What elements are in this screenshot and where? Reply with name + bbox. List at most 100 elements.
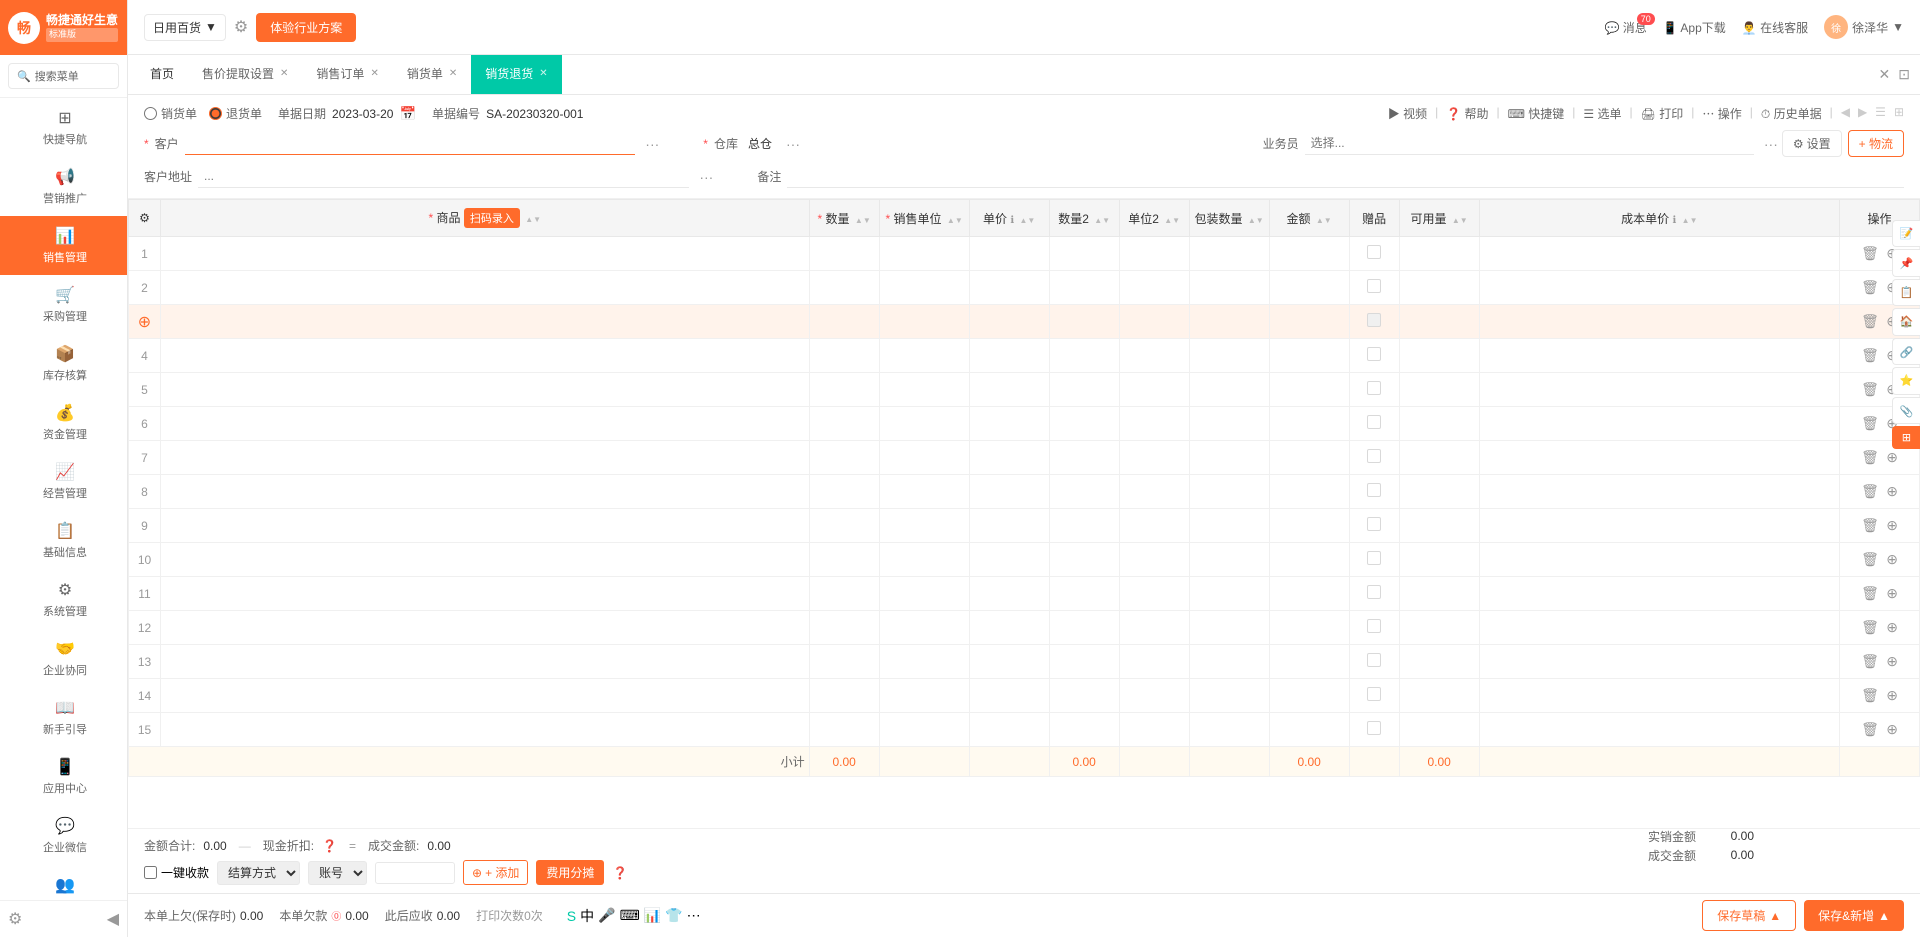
row-unit2-3[interactable] [1119,305,1189,339]
save-new-button[interactable]: 保存&新增 ▲ [1804,900,1904,931]
gift-checkbox-1[interactable] [1367,245,1381,259]
delete-row-1-btn[interactable]: 🗑 [1859,243,1881,264]
row-pack-5[interactable] [1189,373,1269,407]
gift-checkbox-15[interactable] [1367,721,1381,735]
account-select[interactable]: 账号 [308,861,367,885]
row-gift-1[interactable] [1349,237,1399,271]
app-download-link[interactable]: 📱 App下载 [1663,19,1726,36]
delete-row-9-btn[interactable]: 🗑 [1859,515,1881,536]
row-price-5[interactable] [969,373,1049,407]
amount-sort-icon[interactable]: ▲▼ [1316,216,1332,225]
delete-row-13-btn[interactable]: 🗑 [1859,651,1881,672]
gift-checkbox-10[interactable] [1367,551,1381,565]
remark-input[interactable] [787,165,1904,188]
row-product-1[interactable] [161,237,810,271]
online-service-link[interactable]: 👨‍💼 在线客服 [1742,19,1808,36]
cost-price-info-icon[interactable]: ℹ [1673,215,1677,226]
gift-checkbox-3[interactable] [1367,313,1381,327]
payment-amount-input[interactable] [375,862,455,884]
sidebar-item-purchase[interactable]: 🛒 采购管理 [0,275,127,334]
delete-row-3-btn[interactable]: 🗑 [1859,311,1881,332]
row-unit-4[interactable] [879,339,969,373]
unit2-sort-icon[interactable]: ▲▼ [1164,216,1180,225]
add-row-btn[interactable]: ⊕ [138,314,151,331]
module-selector[interactable]: 日用百货 ▼ [144,14,226,41]
history-btn[interactable]: ⏱ 历史单据 [1761,105,1822,122]
tab-sales-return[interactable]: 销货退货 ✕ [471,55,561,94]
row-cost-1[interactable] [1479,237,1839,271]
row-unit2-5[interactable] [1119,373,1189,407]
pack-sort-icon[interactable]: ▲▼ [1248,216,1264,225]
gift-checkbox-13[interactable] [1367,653,1381,667]
fee-split-button[interactable]: 费用分摊 [536,860,604,885]
sidebar-item-basic[interactable]: 📋 基础信息 [0,511,127,570]
row-amount-1[interactable] [1269,237,1349,271]
add-payment-button[interactable]: ⊕ + 添加 [463,860,528,885]
delete-row-14-btn[interactable]: 🗑 [1859,685,1881,706]
right-panel-btn-6[interactable]: ⭐ [1892,367,1920,394]
gift-checkbox-6[interactable] [1367,415,1381,429]
row-price-1[interactable] [969,237,1049,271]
price-settings-close-icon[interactable]: ✕ [280,68,288,79]
return-radio-input[interactable] [209,107,222,120]
sidebar-item-corp[interactable]: 🤝 企业协同 [0,629,127,688]
gift-checkbox-12[interactable] [1367,619,1381,633]
warehouse-select-btn[interactable]: ··· [782,136,804,152]
gift-checkbox-9[interactable] [1367,517,1381,531]
row-amount-4[interactable] [1269,339,1349,373]
row-qty-3[interactable] [809,305,879,339]
row-available-3[interactable] [1399,305,1479,339]
row-cost-5[interactable] [1479,373,1839,407]
sidebar-item-finance[interactable]: 💰 资金管理 [0,393,127,452]
row-price-2[interactable] [969,271,1049,305]
row-product-2[interactable] [161,271,810,305]
view-grid-icon[interactable]: ⊞ [1894,105,1904,122]
delete-row-6-btn[interactable]: 🗑 [1859,413,1881,434]
row-pack-3[interactable] [1189,305,1269,339]
user-menu[interactable]: 徐 徐泽华 ▼ [1824,15,1904,39]
right-panel-btn-7[interactable]: 📎 [1892,397,1920,424]
copy-row-12-btn[interactable]: ⊕ [1884,617,1900,638]
available-sort-icon[interactable]: ▲▼ [1452,216,1468,225]
calc-method-select[interactable]: 结算方式 [217,861,300,885]
qty-sort-icon[interactable]: ▲▼ [855,216,871,225]
gift-checkbox-7[interactable] [1367,449,1381,463]
salesperson-select-btn[interactable]: ··· [1760,136,1782,152]
row-price-3[interactable] [969,305,1049,339]
gift-checkbox-4[interactable] [1367,347,1381,361]
right-panel-btn-5[interactable]: 🔗 [1892,338,1920,365]
price-info-icon[interactable]: ℹ [1010,215,1014,226]
row-available-1[interactable] [1399,237,1479,271]
row-available-5[interactable] [1399,373,1479,407]
row-gift-3[interactable] [1349,305,1399,339]
col-gear[interactable]: ⚙ [129,200,161,237]
row-qty2-5[interactable] [1049,373,1119,407]
row-qty-1[interactable] [809,237,879,271]
product-sort-icon[interactable]: ▲▼ [525,215,541,224]
return-radio-item[interactable]: 退货单 [209,105,262,122]
scan-input-button[interactable]: 扫码录入 [464,208,520,228]
copy-row-14-btn[interactable]: ⊕ [1884,685,1900,706]
copy-row-11-btn[interactable]: ⊕ [1884,583,1900,604]
sidebar-item-system[interactable]: ⚙ 系统管理 [0,570,127,629]
row-product-4[interactable] [161,339,810,373]
row-amount-5[interactable] [1269,373,1349,407]
unit-sort-icon[interactable]: ▲▼ [947,216,963,225]
gift-checkbox-14[interactable] [1367,687,1381,701]
setup-button[interactable]: ⚙ 设置 [1782,130,1842,157]
copy-row-13-btn[interactable]: ⊕ [1884,651,1900,672]
row-cost-2[interactable] [1479,271,1839,305]
print-btn[interactable]: 🖨 打印 [1641,105,1684,122]
product-input-3[interactable] [165,315,805,329]
delete-row-15-btn[interactable]: 🗑 [1859,719,1881,740]
row-pack-2[interactable] [1189,271,1269,305]
delete-row-10-btn[interactable]: 🗑 [1859,549,1881,570]
row-unit-1[interactable] [879,237,969,271]
trial-button[interactable]: 体验行业方案 [256,13,356,42]
row-pack-1[interactable] [1189,237,1269,271]
row-unit-3[interactable] [879,305,969,339]
row-qty2-1[interactable] [1049,237,1119,271]
delete-row-11-btn[interactable]: 🗑 [1859,583,1881,604]
gift-checkbox-5[interactable] [1367,381,1381,395]
one-click-payment-checkbox[interactable]: 一键收款 [144,864,209,881]
